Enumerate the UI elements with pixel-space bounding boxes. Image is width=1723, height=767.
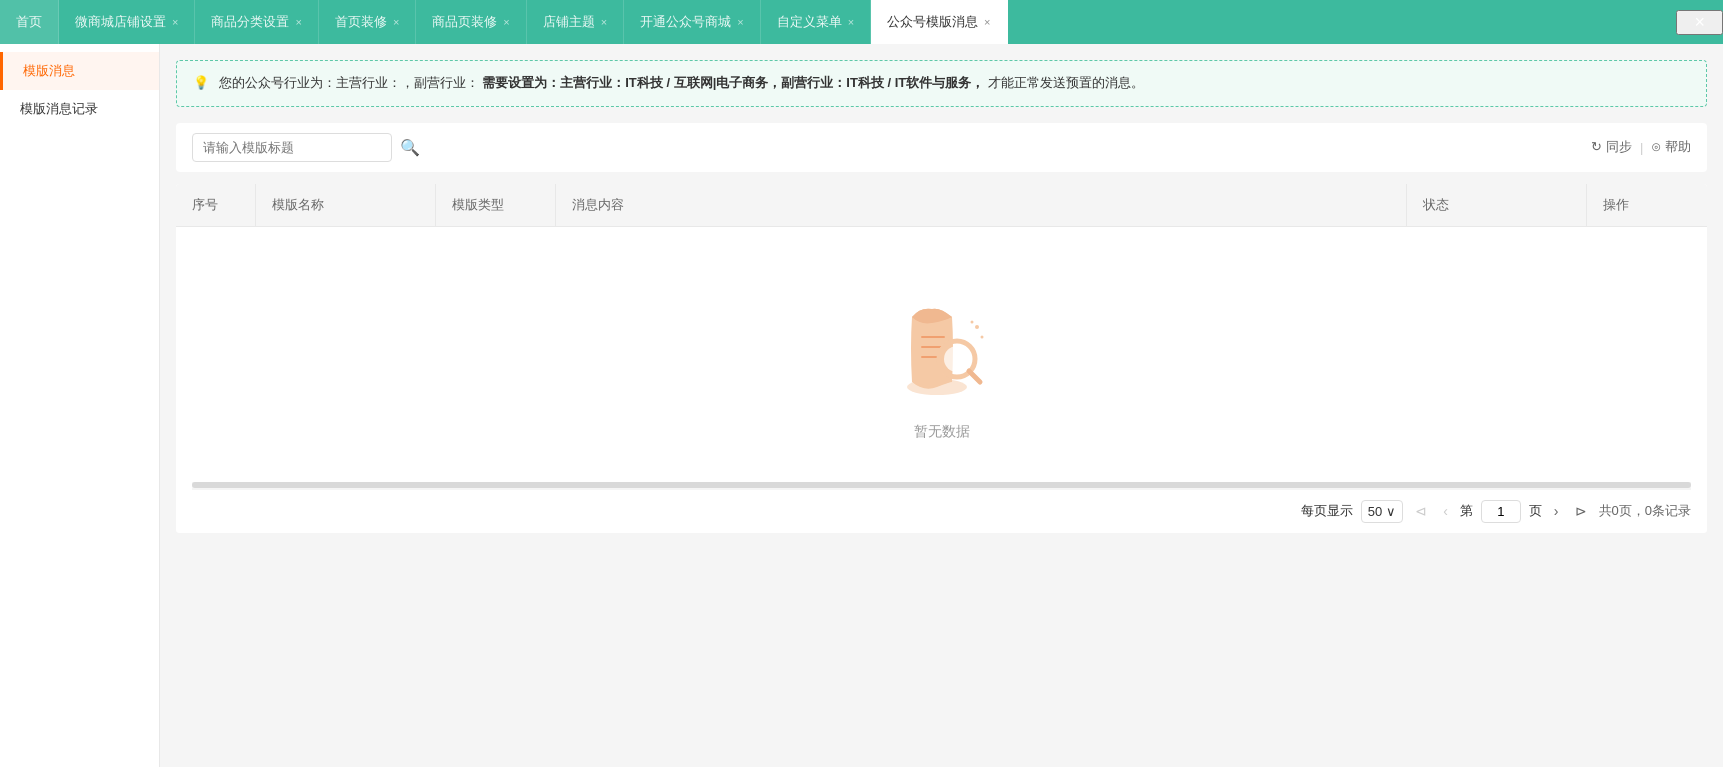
topbar: 首页微商城店铺设置×商品分类设置×首页装修×商品页装修×店铺主题×开通公众号商城… [0, 0, 1723, 44]
page-label-prefix: 第 [1460, 502, 1473, 520]
col-header-status: 状态 [1407, 184, 1587, 226]
search-input[interactable] [192, 133, 392, 162]
notice-highlight: 需要设置为：主营行业：IT科技 / 互联网|电子商务，副营行业：IT科技 / I… [482, 75, 984, 90]
scrollbar-track[interactable] [192, 482, 1691, 488]
total-info: 共0页，0条记录 [1599, 502, 1691, 520]
col-header-name: 模版名称 [256, 184, 436, 226]
tab-close-icon[interactable]: × [393, 16, 399, 28]
col-header-content: 消息内容 [556, 184, 1407, 226]
notice-prefix: 您的公众号行业为：主营行业：，副营行业： [219, 75, 479, 90]
col-header-type: 模版类型 [436, 184, 556, 226]
page-label-suffix: 页 [1529, 502, 1542, 520]
topbar-tab-2[interactable]: 商品分类设置× [195, 0, 318, 44]
global-close-button[interactable]: × [1676, 10, 1723, 35]
search-bar: 🔍 ↻ 同步 | ⊙ 帮助 [176, 123, 1707, 172]
notice-box: 💡 您的公众号行业为：主营行业：，副营行业： 需要设置为：主营行业：IT科技 /… [176, 60, 1707, 107]
tab-close-icon[interactable]: × [503, 16, 509, 28]
table-header: 序号 模版名称 模版类型 消息内容 状态 操作 [176, 184, 1707, 227]
first-page-button[interactable]: ⊲ [1411, 501, 1431, 521]
last-page-button[interactable]: ⊳ [1571, 501, 1591, 521]
pagination: 每页显示 50 ∨ ⊲ ‹ 第 页 › ⊳ 共0页，0条记录 [176, 490, 1707, 533]
empty-illustration [882, 287, 1002, 407]
topbar-tab-1[interactable]: 微商城店铺设置× [59, 0, 195, 44]
page-input[interactable] [1481, 500, 1521, 523]
notice-icon: 💡 [193, 75, 209, 90]
sync-button[interactable]: ↻ 同步 [1591, 138, 1632, 156]
tab-close-icon[interactable]: × [601, 16, 607, 28]
help-button[interactable]: ⊙ 帮助 [1651, 138, 1691, 156]
search-left: 🔍 [192, 133, 420, 162]
tab-close-icon[interactable]: × [737, 16, 743, 28]
per-page-select[interactable]: 50 ∨ [1361, 500, 1403, 523]
svg-point-9 [970, 320, 973, 323]
next-page-button[interactable]: › [1550, 501, 1563, 521]
svg-line-6 [969, 371, 980, 382]
col-header-action: 操作 [1587, 184, 1707, 226]
empty-state: 暂无数据 [176, 227, 1707, 481]
tab-close-icon[interactable]: × [984, 16, 990, 28]
svg-point-5 [944, 346, 970, 372]
table-container: 序号 模版名称 模版类型 消息内容 状态 操作 [176, 184, 1707, 533]
tab-close-icon[interactable]: × [172, 16, 178, 28]
per-page-label: 每页显示 [1301, 502, 1353, 520]
prev-page-button[interactable]: ‹ [1439, 501, 1452, 521]
main-layout: 模版消息模版消息记录 💡 您的公众号行业为：主营行业：，副营行业： 需要设置为：… [0, 44, 1723, 767]
scrollbar-area[interactable] [192, 482, 1691, 490]
divider: | [1640, 140, 1643, 155]
tab-close-icon[interactable]: × [848, 16, 854, 28]
topbar-tab-4[interactable]: 商品页装修× [416, 0, 526, 44]
sync-icon: ↻ [1591, 139, 1602, 154]
topbar-tab-7[interactable]: 自定义菜单× [761, 0, 871, 44]
sidebar-item-1[interactable]: 模版消息记录 [0, 90, 159, 128]
sidebar-item-0[interactable]: 模版消息 [0, 52, 159, 90]
chevron-down-icon: ∨ [1386, 504, 1396, 519]
svg-point-8 [980, 335, 983, 338]
tab-close-icon[interactable]: × [295, 16, 301, 28]
topbar-tab-6[interactable]: 开通公众号商城× [624, 0, 760, 44]
notice-suffix: 才能正常发送预置的消息。 [988, 75, 1144, 90]
topbar-tab-8[interactable]: 公众号模版消息× [871, 0, 1007, 44]
help-icon: ⊙ [1651, 139, 1661, 154]
topbar-tab-0[interactable]: 首页 [0, 0, 59, 44]
topbar-tab-5[interactable]: 店铺主题× [527, 0, 624, 44]
topbar-tab-3[interactable]: 首页装修× [319, 0, 416, 44]
svg-point-7 [975, 325, 979, 329]
content-area: 💡 您的公众号行业为：主营行业：，副营行业： 需要设置为：主营行业：IT科技 /… [160, 44, 1723, 767]
col-header-index: 序号 [176, 184, 256, 226]
sidebar: 模版消息模版消息记录 [0, 44, 160, 767]
search-button[interactable]: 🔍 [400, 138, 420, 157]
search-right: ↻ 同步 | ⊙ 帮助 [1591, 138, 1691, 156]
empty-text: 暂无数据 [914, 423, 970, 441]
